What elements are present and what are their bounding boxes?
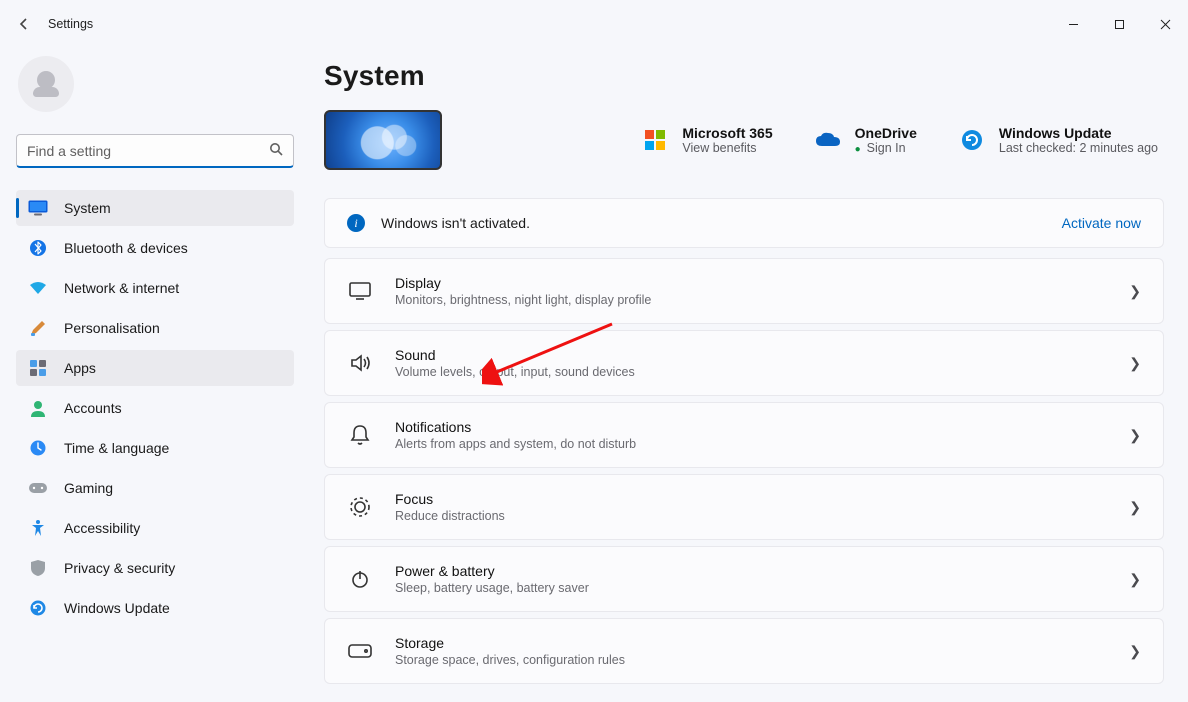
card-title: Notifications: [395, 419, 636, 435]
sidebar-item-personalisation[interactable]: Personalisation: [16, 310, 294, 346]
status-onedrive[interactable]: OneDrive ●Sign In: [815, 125, 917, 155]
status-m365[interactable]: Microsoft 365 View benefits: [642, 125, 772, 155]
microsoft365-icon: [642, 127, 668, 153]
window-title: Settings: [48, 17, 93, 31]
sidebar-item-label: Network & internet: [64, 280, 179, 296]
activation-banner: i Windows isn't activated. Activate now: [324, 198, 1164, 248]
card-storage[interactable]: Storage Storage space, drives, configura…: [324, 618, 1164, 684]
card-sound[interactable]: Sound Volume levels, output, input, soun…: [324, 330, 1164, 396]
focus-icon: [347, 494, 373, 520]
window-controls: [1050, 8, 1188, 40]
status-title: OneDrive: [855, 125, 917, 141]
activate-now-link[interactable]: Activate now: [1062, 215, 1141, 231]
storage-icon: [347, 638, 373, 664]
card-title: Storage: [395, 635, 625, 651]
card-title: Display: [395, 275, 651, 291]
status-sub: ●Sign In: [855, 141, 917, 155]
sidebar-item-label: Gaming: [64, 480, 113, 496]
back-button[interactable]: [12, 12, 36, 36]
sidebar-item-label: Privacy & security: [64, 560, 175, 576]
chevron-right-icon: ❯: [1129, 427, 1141, 444]
display-icon: [347, 278, 373, 304]
card-sub: Reduce distractions: [395, 509, 505, 523]
sidebar-item-system[interactable]: System: [16, 190, 294, 226]
bell-icon: [347, 422, 373, 448]
paintbrush-icon: [28, 318, 48, 338]
sidebar-item-label: Personalisation: [64, 320, 160, 336]
sidebar-item-windows-update[interactable]: Windows Update: [16, 590, 294, 626]
info-icon: i: [347, 214, 365, 232]
sidebar-item-bluetooth[interactable]: Bluetooth & devices: [16, 230, 294, 266]
sidebar-item-accounts[interactable]: Accounts: [16, 390, 294, 426]
main-content: System Microsoft 365 View benefits: [310, 48, 1188, 702]
card-sub: Alerts from apps and system, do not dist…: [395, 437, 636, 451]
shield-icon: [28, 558, 48, 578]
user-avatar[interactable]: [18, 56, 74, 112]
status-title: Microsoft 365: [682, 125, 772, 141]
card-display[interactable]: Display Monitors, brightness, night ligh…: [324, 258, 1164, 324]
close-button[interactable]: [1142, 8, 1188, 40]
wifi-icon: [28, 278, 48, 298]
card-title: Power & battery: [395, 563, 589, 579]
sidebar-item-label: System: [64, 200, 111, 216]
sidebar-item-privacy[interactable]: Privacy & security: [16, 550, 294, 586]
card-title: Sound: [395, 347, 635, 363]
person-icon: [28, 398, 48, 418]
settings-cards: Display Monitors, brightness, night ligh…: [324, 258, 1164, 684]
chevron-right-icon: ❯: [1129, 283, 1141, 300]
sidebar-item-label: Accounts: [64, 400, 122, 416]
card-notifications[interactable]: Notifications Alerts from apps and syste…: [324, 402, 1164, 468]
status-title: Windows Update: [999, 125, 1158, 141]
power-icon: [347, 566, 373, 592]
sidebar-item-label: Accessibility: [64, 520, 140, 536]
card-power[interactable]: Power & battery Sleep, battery usage, ba…: [324, 546, 1164, 612]
chevron-right-icon: ❯: [1129, 571, 1141, 588]
card-sub: Monitors, brightness, night light, displ…: [395, 293, 651, 307]
sidebar-item-network[interactable]: Network & internet: [16, 270, 294, 306]
sidebar-nav: System Bluetooth & devices Network & int…: [16, 190, 294, 626]
desktop-preview[interactable]: [324, 110, 442, 170]
monitor-icon: [28, 198, 48, 218]
gamepad-icon: [28, 478, 48, 498]
card-focus[interactable]: Focus Reduce distractions ❯: [324, 474, 1164, 540]
sidebar-item-time-language[interactable]: Time & language: [16, 430, 294, 466]
sidebar-item-label: Apps: [64, 360, 96, 376]
minimize-button[interactable]: [1050, 8, 1096, 40]
search-input[interactable]: [27, 143, 259, 159]
onedrive-icon: [815, 127, 841, 153]
card-sub: Volume levels, output, input, sound devi…: [395, 365, 635, 379]
status-sub: View benefits: [682, 141, 772, 155]
status-sub: Last checked: 2 minutes ago: [999, 141, 1158, 155]
sidebar-item-accessibility[interactable]: Accessibility: [16, 510, 294, 546]
windows-update-icon: [959, 127, 985, 153]
sidebar-item-label: Time & language: [64, 440, 169, 456]
sidebar-item-label: Windows Update: [64, 600, 170, 616]
chevron-right-icon: ❯: [1129, 355, 1141, 372]
sidebar-item-gaming[interactable]: Gaming: [16, 470, 294, 506]
maximize-button[interactable]: [1096, 8, 1142, 40]
sidebar-item-label: Bluetooth & devices: [64, 240, 188, 256]
card-sub: Storage space, drives, configuration rul…: [395, 653, 625, 667]
clock-globe-icon: [28, 438, 48, 458]
titlebar: Settings: [0, 0, 1188, 48]
hero-row: Microsoft 365 View benefits OneDrive ●Si…: [324, 110, 1164, 170]
update-icon: [28, 598, 48, 618]
chevron-right-icon: ❯: [1129, 499, 1141, 516]
status-windows-update[interactable]: Windows Update Last checked: 2 minutes a…: [959, 125, 1158, 155]
card-title: Focus: [395, 491, 505, 507]
sound-icon: [347, 350, 373, 376]
accessibility-icon: [28, 518, 48, 538]
bluetooth-icon: [28, 238, 48, 258]
search-box[interactable]: [16, 134, 294, 168]
banner-text: Windows isn't activated.: [381, 215, 530, 231]
apps-icon: [28, 358, 48, 378]
chevron-right-icon: ❯: [1129, 643, 1141, 660]
search-icon: [269, 142, 283, 159]
sidebar: System Bluetooth & devices Network & int…: [0, 48, 310, 702]
sidebar-item-apps[interactable]: Apps: [16, 350, 294, 386]
page-title: System: [324, 60, 1164, 92]
card-sub: Sleep, battery usage, battery saver: [395, 581, 589, 595]
